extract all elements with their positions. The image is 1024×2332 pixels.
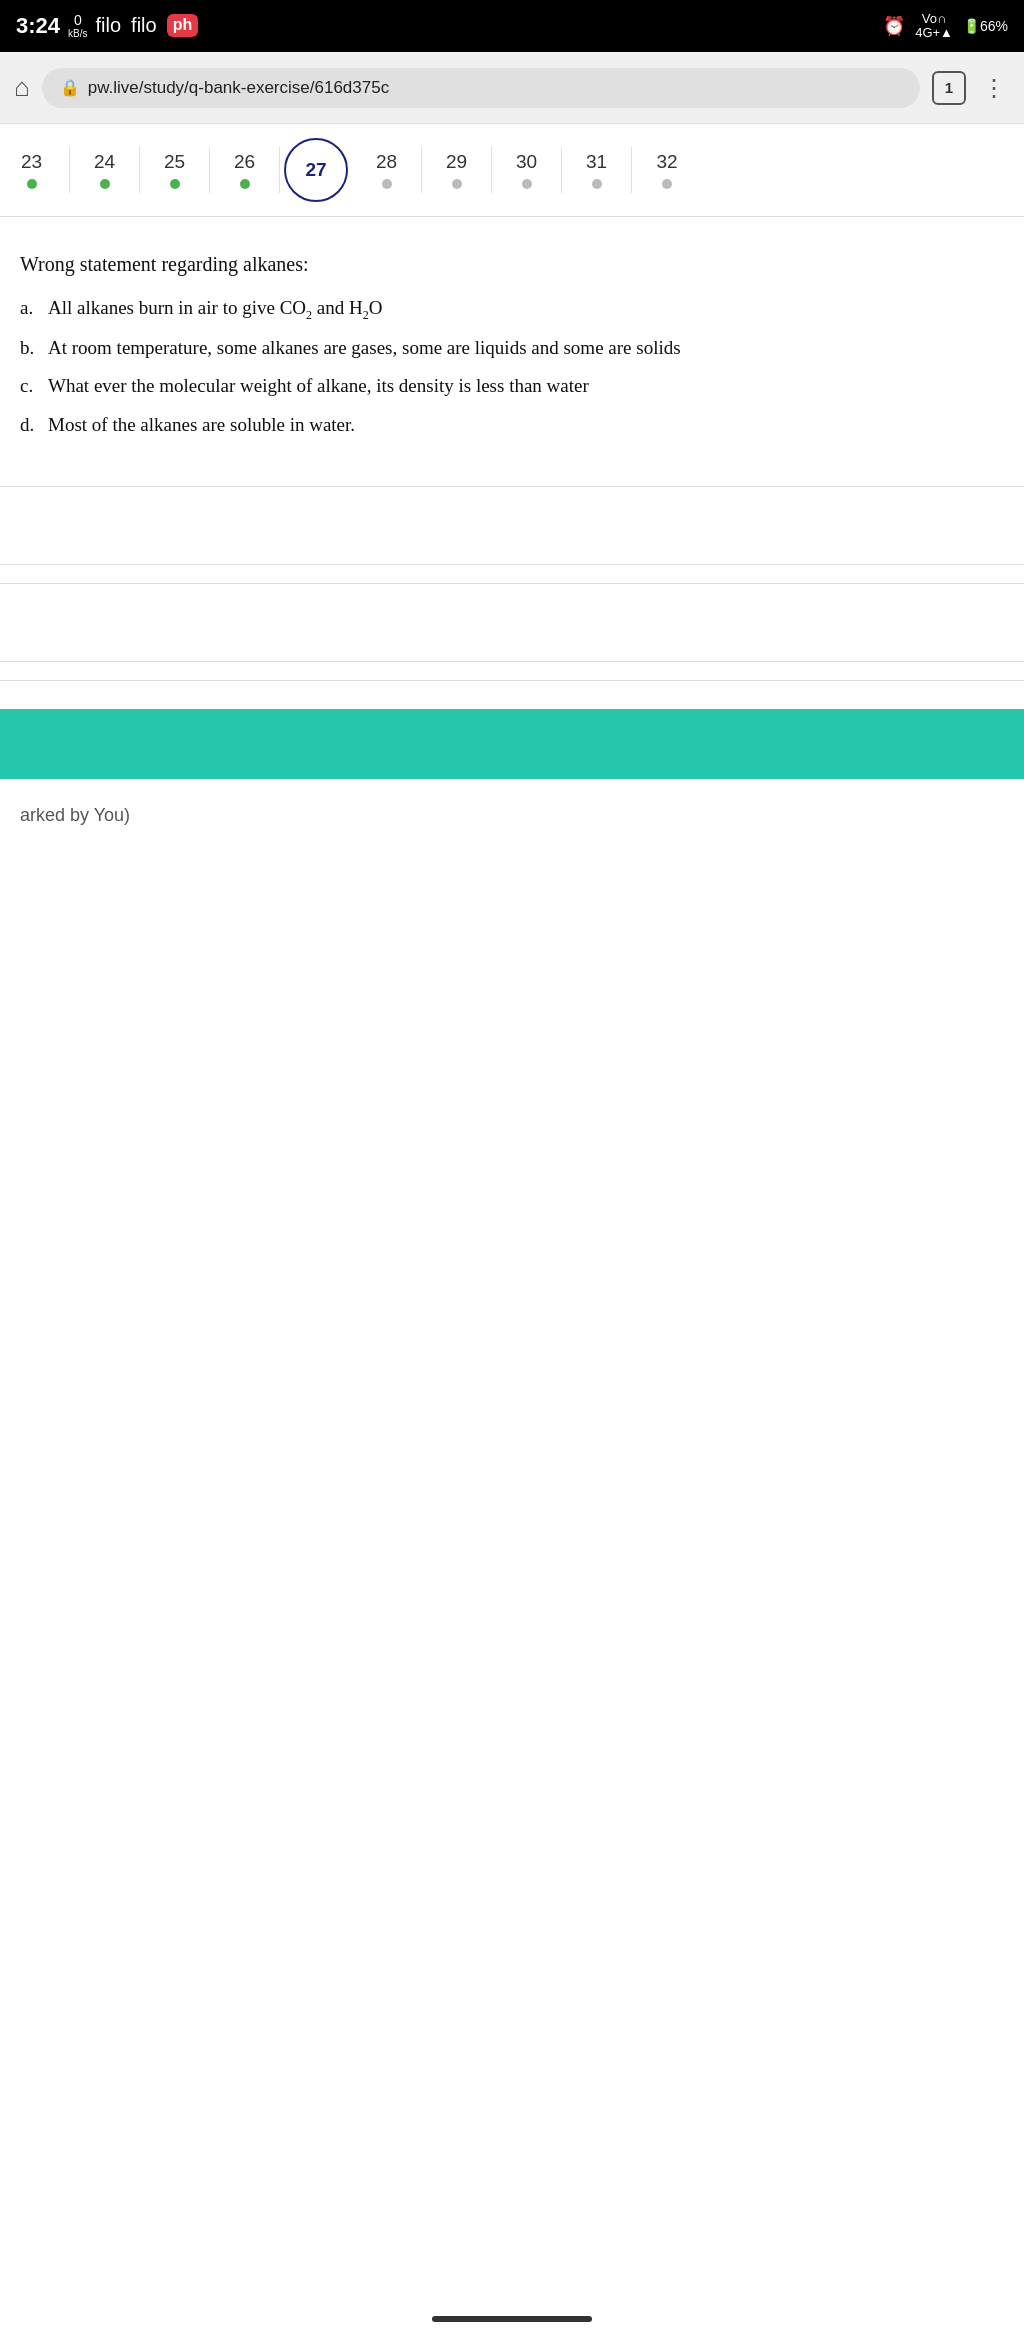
q-num-32: 32 — [656, 151, 677, 173]
option-b[interactable]: b. At room temperature, some alkanes are… — [20, 333, 1004, 363]
q-nav-item-24[interactable]: 24 — [70, 147, 140, 193]
option-text-d: Most of the alkanes are soluble in water… — [48, 410, 1004, 440]
battery-indicator: 🔋66% — [963, 18, 1008, 34]
q-nav-item-26[interactable]: 26 — [210, 147, 280, 193]
q-num-24: 24 — [94, 151, 115, 173]
status-right: ⏰ Vo∩4G+▲ 🔋66% — [883, 12, 1008, 41]
q-dot-30 — [522, 179, 532, 189]
q-nav-item-30[interactable]: 30 — [492, 147, 562, 193]
q-num-23: 23 — [21, 151, 42, 173]
q-dot-23 — [27, 179, 37, 189]
answer-slot-1 — [0, 505, 1024, 565]
option-d[interactable]: d. Most of the alkanes are soluble in wa… — [20, 410, 1004, 440]
option-c[interactable]: c. What ever the molecular weight of alk… — [20, 371, 1004, 401]
option-label-d: d. — [20, 410, 40, 440]
q-num-28: 28 — [376, 151, 397, 173]
q-dot-26 — [240, 179, 250, 189]
status-bar: 3:24 0 kB/s filo filo ph ⏰ Vo∩4G+▲ 🔋66% — [0, 0, 1024, 52]
q-num-26: 26 — [234, 151, 255, 173]
home-bar-container — [0, 2306, 1024, 2332]
status-left: 3:24 0 kB/s filo filo ph — [16, 13, 198, 39]
option-label-b: b. — [20, 333, 40, 363]
option-text-c: What ever the molecular weight of alkane… — [48, 371, 1004, 401]
url-bar[interactable]: 🔒 pw.live/study/q-bank-exercise/616d375c — [42, 68, 920, 108]
network-info: Vo∩4G+▲ — [915, 12, 953, 41]
q-num-27: 27 — [305, 159, 326, 181]
app-name-2: filo — [131, 14, 157, 37]
q-dot-32 — [662, 179, 672, 189]
answer-slot-2 — [0, 602, 1024, 662]
q-dot-25 — [170, 179, 180, 189]
divider-2 — [0, 583, 1024, 584]
lock-icon: 🔒 — [60, 78, 80, 97]
divider-1 — [0, 486, 1024, 487]
submit-button[interactable] — [0, 709, 1024, 779]
question-content: Wrong statement regarding alkanes: a. Al… — [0, 217, 1024, 468]
q-dot-24 — [100, 179, 110, 189]
status-apps: filo filo ph — [96, 14, 199, 37]
home-bar — [432, 2316, 592, 2322]
q-dot-31 — [592, 179, 602, 189]
question-title: Wrong statement regarding alkanes: — [20, 247, 1004, 281]
submit-btn-container — [0, 699, 1024, 789]
marked-label: arked by You) — [0, 789, 1024, 842]
option-label-c: c. — [20, 371, 40, 401]
question-nav-strip: 23 24 25 26 27 28 29 30 31 32 — [0, 124, 1024, 217]
option-a[interactable]: a. All alkanes burn in air to give CO2 a… — [20, 293, 1004, 325]
home-button[interactable]: ⌂ — [14, 72, 30, 103]
divider-3 — [0, 680, 1024, 681]
option-text-a: All alkanes burn in air to give CO2 and … — [48, 293, 1004, 325]
q-nav-item-29[interactable]: 29 — [422, 147, 492, 193]
q-num-29: 29 — [446, 151, 467, 173]
alarm-icon: ⏰ — [883, 15, 905, 37]
app-name-1: filo — [96, 14, 122, 37]
empty-area — [0, 842, 1024, 1742]
q-nav-item-32[interactable]: 32 — [632, 147, 702, 193]
options-list: a. All alkanes burn in air to give CO2 a… — [20, 293, 1004, 440]
q-nav-item-25[interactable]: 25 — [140, 147, 210, 193]
browser-menu-icon[interactable]: ⋮ — [978, 74, 1010, 102]
option-label-a: a. — [20, 293, 40, 323]
app-badge: ph — [167, 14, 199, 37]
kb-unit: kB/s — [68, 28, 87, 39]
q-nav-item-27[interactable]: 27 — [284, 138, 348, 202]
marked-label-text: arked by You) — [20, 805, 130, 825]
q-nav-item-28[interactable]: 28 — [352, 147, 422, 193]
q-dot-29 — [452, 179, 462, 189]
q-nav-item-31[interactable]: 31 — [562, 147, 632, 193]
q-nav-item-23[interactable]: 23 — [0, 147, 70, 193]
status-time: 3:24 — [16, 13, 60, 39]
status-kb: 0 kB/s — [68, 13, 87, 39]
q-num-31: 31 — [586, 151, 607, 173]
browser-bar: ⌂ 🔒 pw.live/study/q-bank-exercise/616d37… — [0, 52, 1024, 124]
kb-num: 0 — [74, 13, 82, 28]
q-num-25: 25 — [164, 151, 185, 173]
q-dot-28 — [382, 179, 392, 189]
option-text-b: At room temperature, some alkanes are ga… — [48, 333, 1004, 363]
url-text: pw.live/study/q-bank-exercise/616d375c — [88, 78, 389, 98]
q-num-30: 30 — [516, 151, 537, 173]
tab-count[interactable]: 1 — [932, 71, 966, 105]
